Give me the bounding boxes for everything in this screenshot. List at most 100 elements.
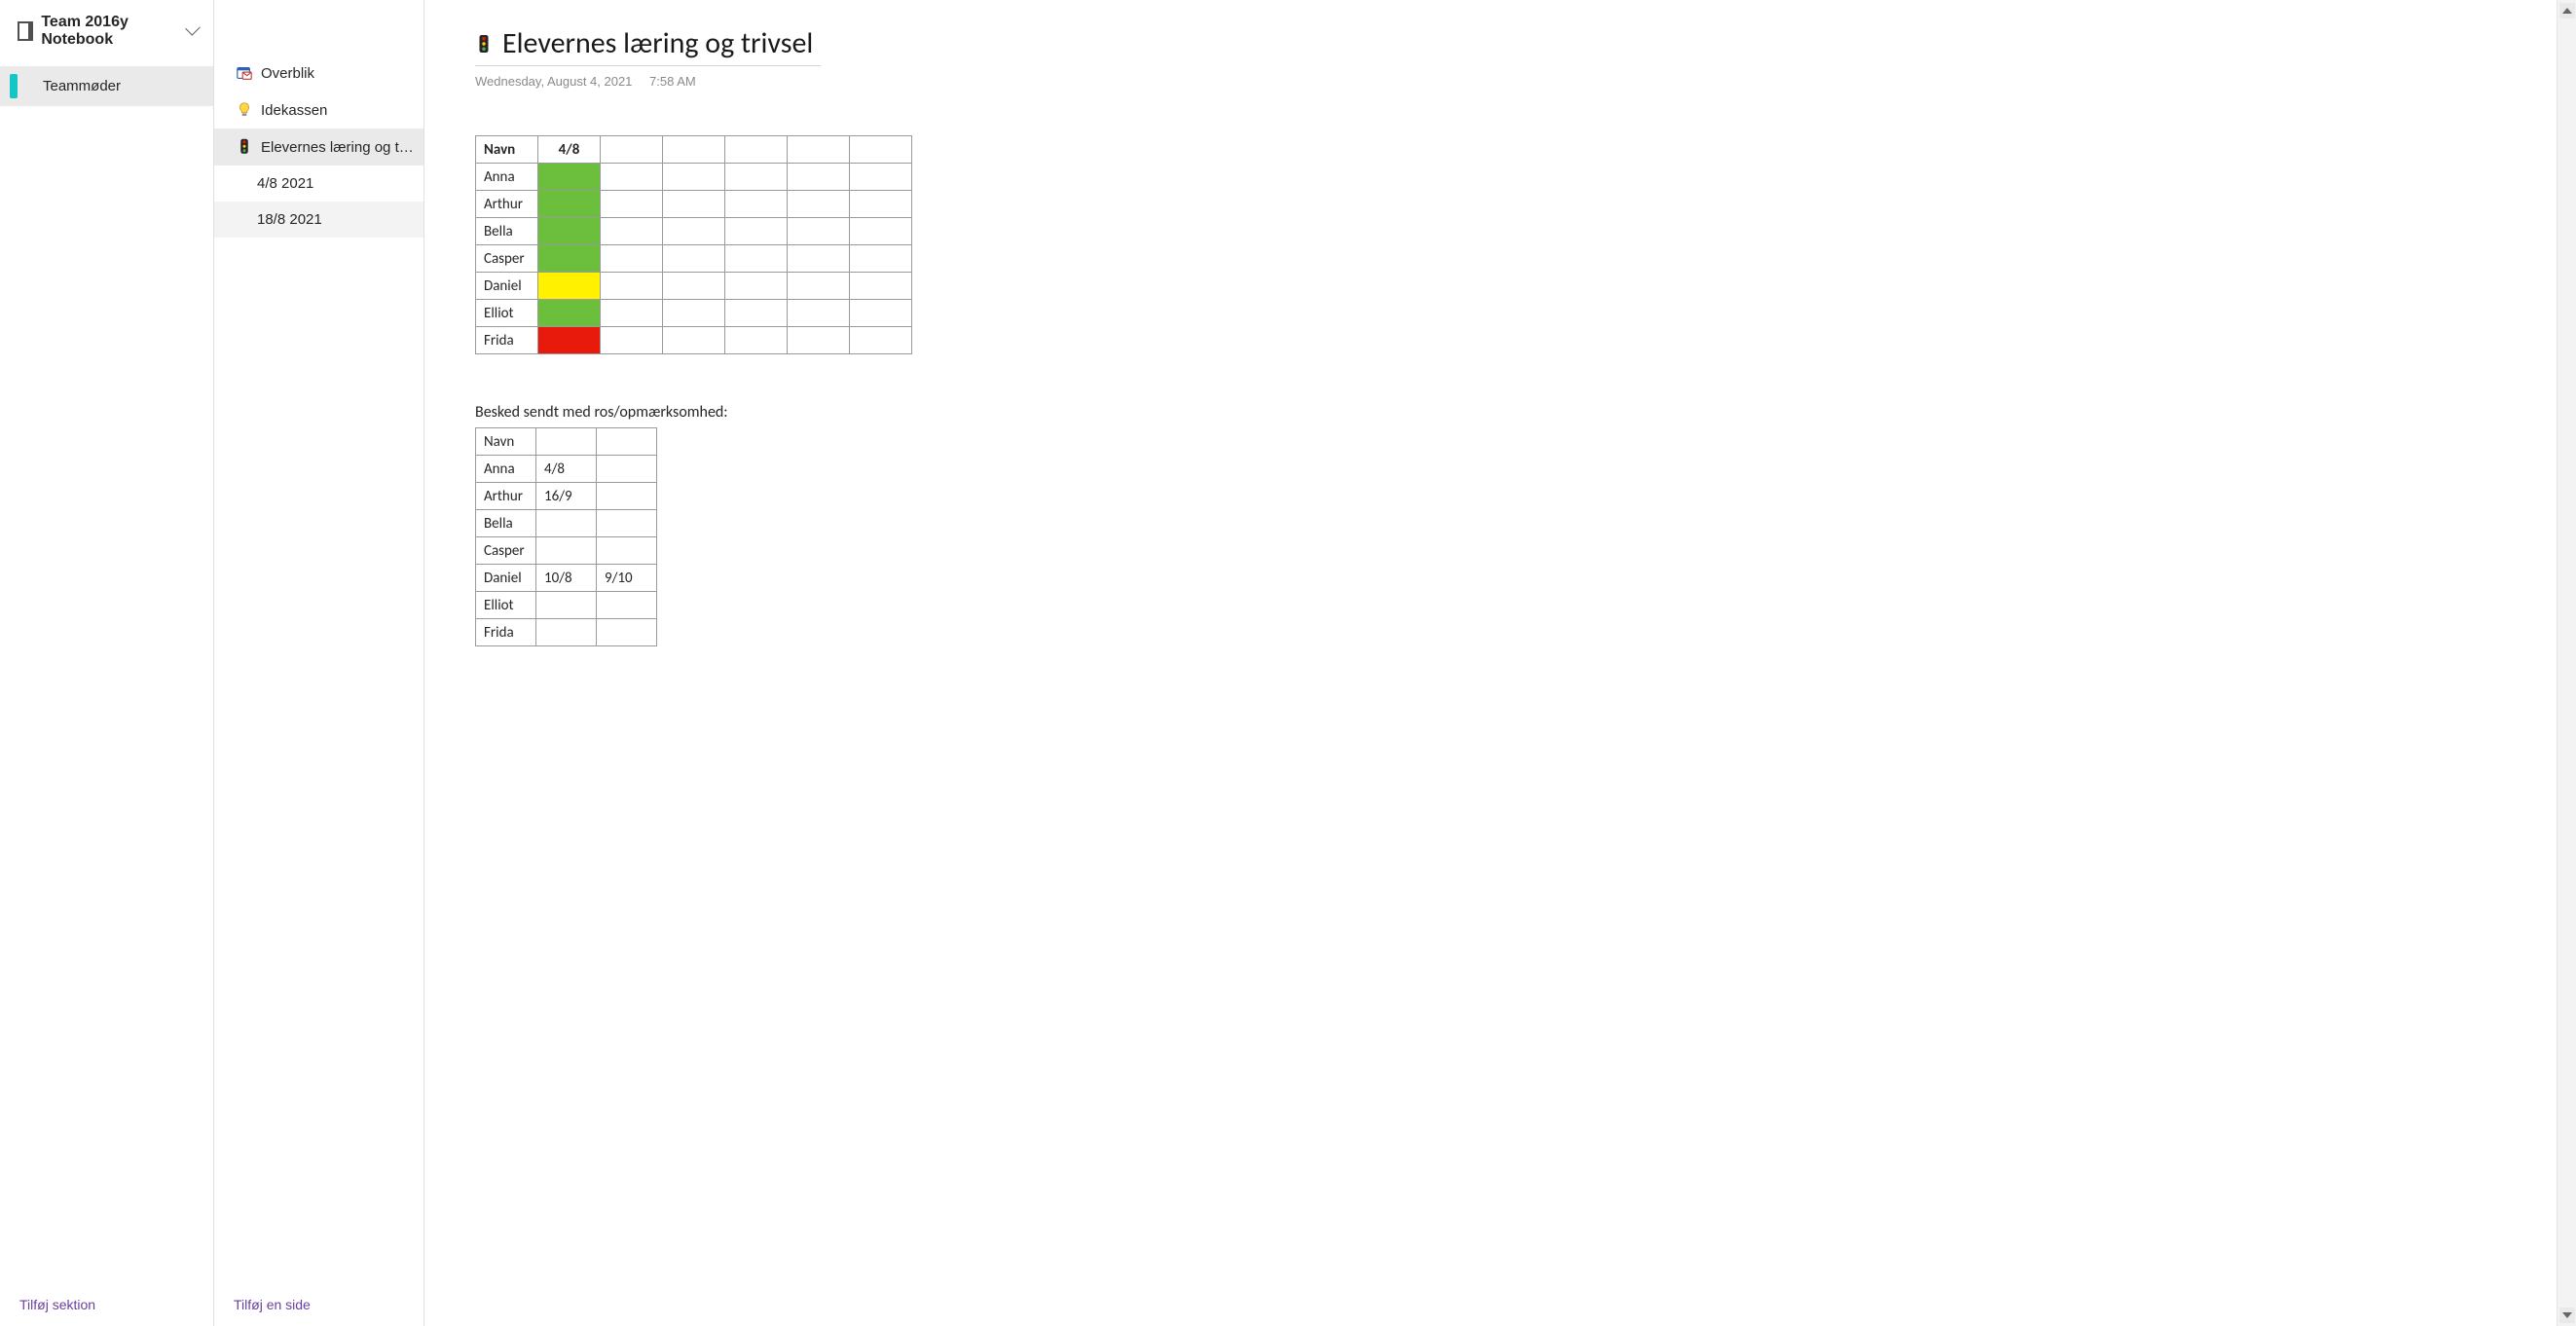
messages-cell-d2: [597, 619, 657, 646]
status-cell-color: [538, 273, 601, 300]
table-row[interactable]: Bella: [476, 218, 912, 245]
messages-header-name: Navn: [476, 428, 536, 456]
status-cell-name: Anna: [476, 164, 538, 191]
page-item[interactable]: Overblik: [214, 55, 423, 92]
page-title-row: Elevernes læring og trivsel: [475, 25, 821, 66]
status-cell-empty: [663, 191, 725, 218]
add-page-label: Tilføj en side: [234, 1297, 311, 1312]
pages-sidebar: Overblik Idekassen Elevernes læring og tr.…: [214, 0, 424, 1326]
status-cell-color: [538, 191, 601, 218]
vertical-scrollbar[interactable]: [2557, 0, 2576, 1326]
status-header-empty: [788, 136, 850, 164]
scroll-down-button[interactable]: [2559, 1308, 2575, 1323]
page-item[interactable]: 4/8 2021: [214, 166, 423, 202]
messages-cell-d1: [536, 510, 597, 537]
table-row[interactable]: Elliot: [476, 592, 657, 619]
page-item[interactable]: Idekassen: [214, 92, 423, 129]
status-cell-empty: [601, 273, 663, 300]
table-row[interactable]: Arthur16/9: [476, 483, 657, 510]
status-header-empty: [725, 136, 788, 164]
section-item[interactable]: Teammøder: [0, 66, 213, 106]
status-cell-name: Arthur: [476, 191, 538, 218]
table-row[interactable]: Frida: [476, 619, 657, 646]
page-item[interactable]: 18/8 2021: [214, 202, 423, 238]
notebook-picker[interactable]: Team 2016y Notebook: [0, 0, 213, 66]
page-item[interactable]: Elevernes læring og tr...: [214, 129, 423, 166]
status-header-empty: [663, 136, 725, 164]
status-cell-name: Bella: [476, 218, 538, 245]
table-row[interactable]: Arthur: [476, 191, 912, 218]
messages-header-empty: [597, 428, 657, 456]
status-cell-empty: [725, 164, 788, 191]
table-row[interactable]: Daniel: [476, 273, 912, 300]
status-cell-name: Casper: [476, 245, 538, 273]
status-header-empty: [601, 136, 663, 164]
messages-heading[interactable]: Besked sendt med ros/opmærksomhed:: [475, 403, 2506, 422]
messages-cell-name: Frida: [476, 619, 536, 646]
messages-cell-d2: [597, 510, 657, 537]
status-cell-empty: [601, 300, 663, 327]
status-cell-empty: [850, 327, 912, 354]
messages-cell-d1: 16/9: [536, 483, 597, 510]
status-cell-empty: [601, 245, 663, 273]
status-cell-empty: [725, 273, 788, 300]
table-row[interactable]: Elliot: [476, 300, 912, 327]
section-item-label: Teammøder: [43, 78, 121, 94]
status-cell-empty: [850, 300, 912, 327]
add-page-button[interactable]: Tilføj en side: [214, 1283, 423, 1326]
page-item-label: Overblik: [261, 65, 314, 82]
messages-table[interactable]: NavnAnna4/8Arthur16/9BellaCasperDaniel10…: [475, 427, 657, 646]
status-cell-empty: [725, 300, 788, 327]
status-cell-color: [538, 164, 601, 191]
messages-cell-d2: 9/10: [597, 565, 657, 592]
page-item-label: Idekassen: [261, 102, 327, 119]
status-cell-empty: [601, 191, 663, 218]
table-row[interactable]: Casper: [476, 537, 657, 565]
status-cell-empty: [788, 273, 850, 300]
status-cell-empty: [663, 164, 725, 191]
status-header-empty: [850, 136, 912, 164]
lightbulb-icon: [236, 101, 253, 119]
status-cell-empty: [601, 327, 663, 354]
status-cell-empty: [663, 300, 725, 327]
status-cell-empty: [663, 245, 725, 273]
status-cell-empty: [725, 327, 788, 354]
messages-cell-d1: 4/8: [536, 456, 597, 483]
status-cell-empty: [788, 327, 850, 354]
page-item-label: 18/8 2021: [257, 211, 322, 228]
messages-cell-name: Elliot: [476, 592, 536, 619]
page-canvas[interactable]: Elevernes læring og trivsel Wednesday, A…: [424, 0, 2557, 1326]
status-cell-color: [538, 327, 601, 354]
messages-header-empty: [536, 428, 597, 456]
messages-cell-d2: [597, 483, 657, 510]
status-cell-name: Daniel: [476, 273, 538, 300]
table-row[interactable]: Daniel10/89/10: [476, 565, 657, 592]
messages-cell-d1: [536, 537, 597, 565]
status-cell-empty: [850, 273, 912, 300]
status-header-date: 4/8: [538, 136, 601, 164]
messages-cell-d2: [597, 537, 657, 565]
page-item-label: Elevernes læring og tr...: [261, 139, 414, 156]
status-cell-empty: [850, 218, 912, 245]
triangle-up-icon: [2562, 8, 2572, 14]
table-row[interactable]: Casper: [476, 245, 912, 273]
messages-cell-name: Bella: [476, 510, 536, 537]
page-title[interactable]: Elevernes læring og trivsel: [502, 25, 813, 61]
notebook-icon: [18, 21, 33, 41]
status-cell-empty: [601, 218, 663, 245]
status-cell-empty: [663, 218, 725, 245]
messages-cell-d2: [597, 592, 657, 619]
sections-sidebar: Team 2016y Notebook Teammøder Tilføj sek…: [0, 0, 214, 1326]
scroll-up-button[interactable]: [2559, 3, 2575, 18]
status-cell-empty: [725, 218, 788, 245]
messages-cell-d1: 10/8: [536, 565, 597, 592]
status-cell-name: Frida: [476, 327, 538, 354]
traffic-light-icon: [236, 138, 253, 156]
table-row[interactable]: Anna4/8: [476, 456, 657, 483]
status-table[interactable]: Navn4/8AnnaArthurBellaCasperDanielElliot…: [475, 135, 912, 354]
table-row[interactable]: Anna: [476, 164, 912, 191]
table-row[interactable]: Frida: [476, 327, 912, 354]
add-section-button[interactable]: Tilføj sektion: [0, 1283, 213, 1326]
table-row[interactable]: Bella: [476, 510, 657, 537]
status-cell-color: [538, 300, 601, 327]
